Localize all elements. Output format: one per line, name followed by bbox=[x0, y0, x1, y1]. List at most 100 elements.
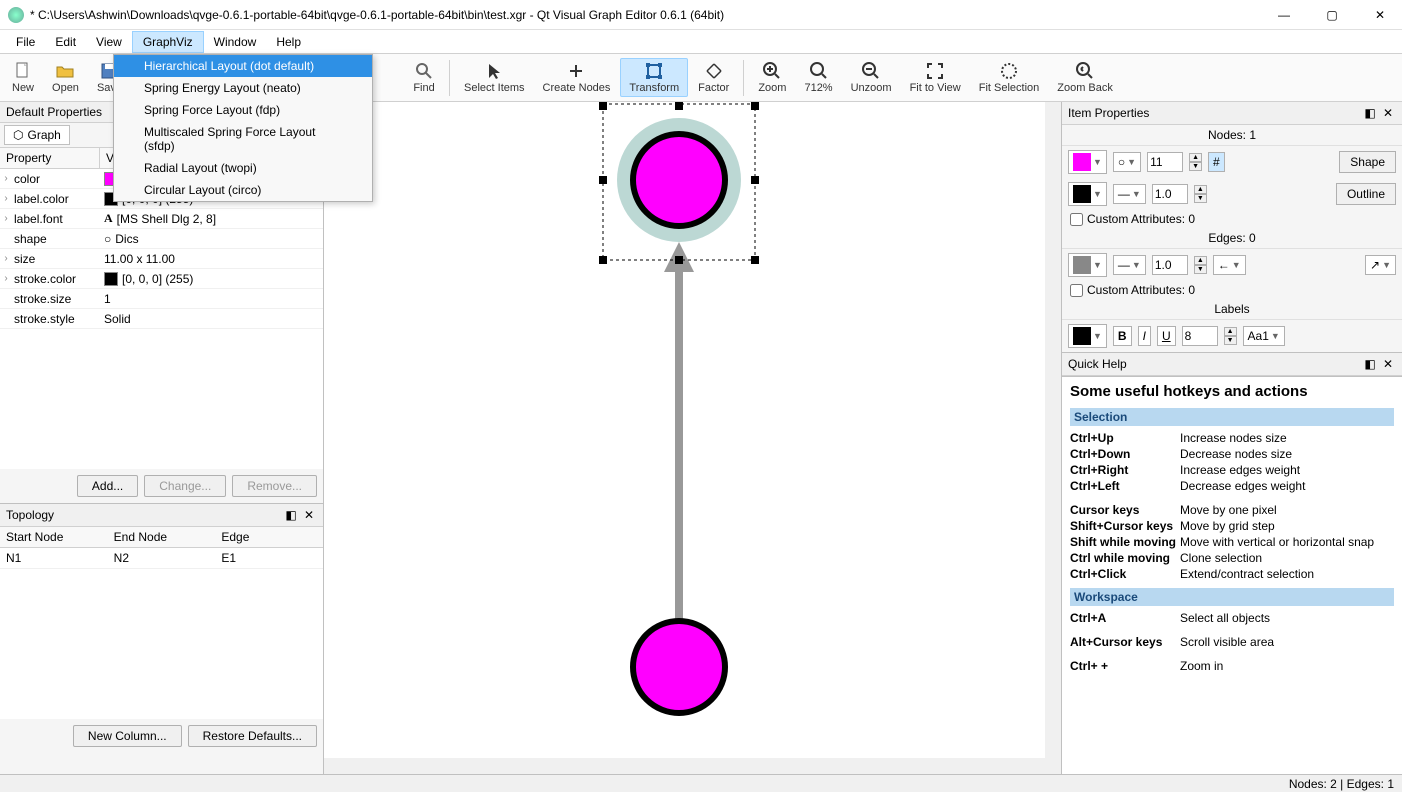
close-icon[interactable]: ✕ bbox=[1380, 105, 1396, 121]
prop-row-shape[interactable]: shape○Dics bbox=[0, 229, 323, 249]
node-size-input[interactable] bbox=[1147, 152, 1183, 172]
menu-item-multiscaled[interactable]: Multiscaled Spring Force Layout (sfdp) bbox=[114, 121, 372, 157]
toolbar-create[interactable]: Create Nodes bbox=[535, 59, 619, 96]
maximize-button[interactable]: ▢ bbox=[1318, 5, 1346, 25]
menu-file[interactable]: File bbox=[6, 32, 45, 52]
toolbar-new[interactable]: New bbox=[4, 59, 42, 96]
tab-graph[interactable]: ⬡Graph bbox=[4, 125, 70, 145]
section-selection: Selection bbox=[1070, 408, 1394, 426]
stroke-style[interactable]: —▼ bbox=[1113, 184, 1146, 204]
vertical-scrollbar[interactable] bbox=[1045, 102, 1061, 774]
restore-defaults-button[interactable]: Restore Defaults... bbox=[188, 725, 317, 747]
remove-button: Remove... bbox=[232, 475, 317, 497]
statusbar: Nodes: 2 | Edges: 1 bbox=[0, 774, 1402, 792]
toolbar-zoomback[interactable]: Zoom Back bbox=[1049, 59, 1121, 96]
add-button[interactable]: Add... bbox=[77, 475, 138, 497]
close-icon[interactable]: ✕ bbox=[1380, 356, 1396, 372]
section-workspace: Workspace bbox=[1070, 588, 1394, 606]
menu-graphviz[interactable]: GraphViz bbox=[132, 31, 204, 53]
graphviz-dropdown: Hierarchical Layout (dot default) Spring… bbox=[113, 54, 373, 202]
menu-item-circular[interactable]: Circular Layout (circo) bbox=[114, 179, 372, 201]
labels-header: Labels bbox=[1062, 299, 1402, 320]
zoom-in-icon bbox=[762, 61, 782, 81]
factor-icon bbox=[704, 61, 724, 81]
prop-row-strokesize[interactable]: stroke.size1 bbox=[0, 289, 323, 309]
prop-row-size[interactable]: ›size11.00 x 11.00 bbox=[0, 249, 323, 269]
prop-row-strokestyle[interactable]: stroke.styleSolid bbox=[0, 309, 323, 329]
transform-icon bbox=[644, 61, 664, 81]
menu-item-hierarchical[interactable]: Hierarchical Layout (dot default) bbox=[114, 55, 372, 77]
bold-button[interactable]: B bbox=[1113, 326, 1132, 346]
menu-item-spring-force[interactable]: Spring Force Layout (fdp) bbox=[114, 99, 372, 121]
toolbar-fit[interactable]: Fit to View bbox=[902, 59, 969, 96]
toolbar-zoom[interactable]: Zoom bbox=[750, 59, 794, 96]
outline-button[interactable]: Outline bbox=[1336, 183, 1396, 205]
circle-icon: ○ bbox=[1118, 155, 1125, 169]
fit-view-icon bbox=[925, 61, 945, 81]
status-text: Nodes: 2 | Edges: 1 bbox=[1289, 777, 1394, 791]
hash-button[interactable]: # bbox=[1208, 152, 1225, 172]
prop-row-strokecolor[interactable]: ›stroke.color[0, 0, 0] (255) bbox=[0, 269, 323, 289]
prop-row-labelfont[interactable]: ›label.fontA[MS Shell Dlg 2, 8] bbox=[0, 209, 323, 229]
change-button: Change... bbox=[144, 475, 226, 497]
close-icon[interactable]: ✕ bbox=[301, 507, 317, 523]
menu-window[interactable]: Window bbox=[204, 32, 267, 52]
quick-help-header: Quick Help◧✕ bbox=[1062, 352, 1402, 376]
canvas[interactable] bbox=[324, 102, 1062, 774]
quick-help-heading: Some useful hotkeys and actions bbox=[1070, 383, 1394, 400]
font-picker[interactable]: Aa1▼ bbox=[1243, 326, 1285, 346]
custom-attrs-nodes-check[interactable] bbox=[1070, 213, 1083, 226]
topology-hdr-edge: Edge bbox=[215, 527, 323, 547]
custom-attrs-edges-check[interactable] bbox=[1070, 284, 1083, 297]
stroke-width-input[interactable] bbox=[1152, 184, 1188, 204]
toolbar-find[interactable]: Find bbox=[405, 59, 443, 96]
label-color[interactable]: ▼ bbox=[1068, 324, 1107, 348]
undock-icon[interactable]: ◧ bbox=[283, 507, 299, 523]
toolbar-fitsel[interactable]: Fit Selection bbox=[971, 59, 1048, 96]
node-fill-color[interactable]: ▼ bbox=[1068, 150, 1107, 174]
prop-header-property: Property bbox=[0, 148, 100, 168]
shape-button[interactable]: Shape bbox=[1339, 151, 1396, 173]
window-title: * C:\Users\Ashwin\Downloads\qvge-0.6.1-p… bbox=[30, 8, 1270, 22]
toolbar-transform[interactable]: Transform bbox=[620, 58, 688, 97]
stroke-color[interactable]: ▼ bbox=[1068, 182, 1107, 206]
open-icon bbox=[55, 61, 75, 81]
graph-icon: ⬡ bbox=[13, 128, 23, 142]
edge-color[interactable]: ▼ bbox=[1068, 253, 1107, 277]
toolbar-zoom-pct[interactable]: 712% bbox=[796, 59, 840, 96]
minimize-button[interactable]: — bbox=[1270, 5, 1298, 25]
add-node-icon bbox=[566, 61, 586, 81]
graph-canvas bbox=[324, 102, 1061, 774]
menu-help[interactable]: Help bbox=[266, 32, 311, 52]
quick-help-body: Some useful hotkeys and actions Selectio… bbox=[1062, 376, 1402, 774]
new-icon bbox=[13, 61, 33, 81]
zoom-back-icon bbox=[1075, 61, 1095, 81]
label-size-input[interactable] bbox=[1182, 326, 1218, 346]
edge-arrow-start[interactable]: ←▼ bbox=[1213, 255, 1246, 275]
new-column-button[interactable]: New Column... bbox=[73, 725, 182, 747]
menu-item-spring[interactable]: Spring Energy Layout (neato) bbox=[114, 77, 372, 99]
titlebar: * C:\Users\Ashwin\Downloads\qvge-0.6.1-p… bbox=[0, 0, 1402, 30]
edge-width-input[interactable] bbox=[1152, 255, 1188, 275]
edge-style[interactable]: —▼ bbox=[1113, 255, 1146, 275]
italic-button[interactable]: I bbox=[1138, 326, 1151, 346]
horizontal-scrollbar[interactable] bbox=[324, 758, 1061, 774]
underline-button[interactable]: U bbox=[1157, 326, 1176, 346]
toolbar-open[interactable]: Open bbox=[44, 59, 87, 96]
edge-arrow-end[interactable]: ↗▼ bbox=[1365, 255, 1396, 275]
topology-row[interactable]: N1N2E1 bbox=[0, 548, 323, 569]
menu-edit[interactable]: Edit bbox=[45, 32, 86, 52]
node-shape-picker[interactable]: ○▼ bbox=[1113, 152, 1141, 172]
zoom-out-icon bbox=[861, 61, 881, 81]
close-button[interactable]: ✕ bbox=[1366, 5, 1394, 25]
item-properties-header: Item Properties◧✕ bbox=[1062, 102, 1402, 125]
undock-icon[interactable]: ◧ bbox=[1362, 105, 1378, 121]
toolbar-select[interactable]: Select Items bbox=[456, 59, 533, 96]
toolbar-unzoom[interactable]: Unzoom bbox=[843, 59, 900, 96]
undock-icon[interactable]: ◧ bbox=[1362, 356, 1378, 372]
menu-view[interactable]: View bbox=[86, 32, 132, 52]
menu-item-radial[interactable]: Radial Layout (twopi) bbox=[114, 157, 372, 179]
circle-icon: ○ bbox=[104, 232, 111, 246]
app-icon bbox=[8, 7, 24, 23]
toolbar-factor[interactable]: Factor bbox=[690, 59, 737, 96]
